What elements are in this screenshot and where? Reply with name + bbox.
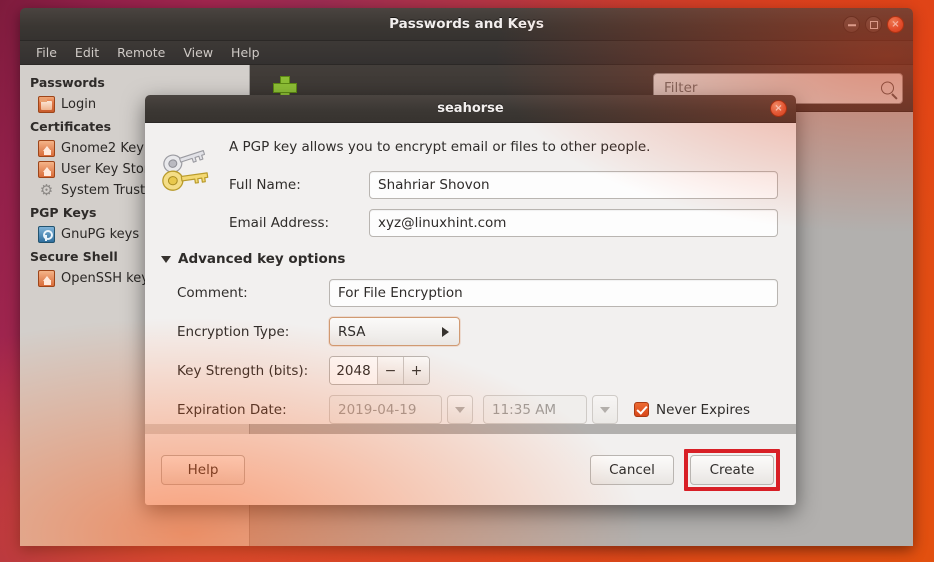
encryption-type-value: RSA <box>338 323 366 340</box>
close-button[interactable]: × <box>887 16 904 33</box>
dialog-action-bar: Help Cancel Create <box>145 434 796 505</box>
desktop-background: Passwords and Keys × File Edit Remote Vi… <box>0 0 934 562</box>
chevron-down-icon <box>600 406 610 413</box>
menu-bar: File Edit Remote View Help <box>20 41 913 65</box>
menu-item-file[interactable]: File <box>28 43 65 62</box>
comment-label: Comment: <box>177 285 248 301</box>
menu-item-edit[interactable]: Edit <box>67 43 107 62</box>
chevron-down-icon <box>455 406 465 413</box>
key-strength-increment-button[interactable]: + <box>403 357 429 384</box>
advanced-key-options-section: Comment: Encryption Type: RSA Key Streng… <box>161 279 778 424</box>
dialog-description: A PGP key allows you to encrypt email or… <box>229 139 651 155</box>
sidebar-item-label: GnuPG keys <box>61 227 140 242</box>
sidebar-item-label: Login <box>61 97 97 112</box>
window-titlebar: Passwords and Keys × <box>20 8 913 41</box>
full-name-row: Full Name: <box>229 171 778 199</box>
sidebar-item-label: OpenSSH keys <box>61 271 156 286</box>
comment-input[interactable] <box>329 279 778 307</box>
create-button-highlight: Create <box>684 449 780 491</box>
menu-item-remote[interactable]: Remote <box>109 43 173 62</box>
dialog-titlebar: seahorse × <box>145 95 796 123</box>
expiration-date-row: Expiration Date: Never Expires <box>177 395 778 424</box>
key-strength-decrement-button[interactable]: − <box>377 357 403 384</box>
expiration-time-input[interactable] <box>483 395 587 424</box>
certificate-store-icon <box>38 270 55 287</box>
menu-item-view[interactable]: View <box>175 43 221 62</box>
comment-row: Comment: <box>177 279 778 307</box>
dialog-primary-actions: Cancel Create <box>590 449 780 491</box>
minimize-button[interactable] <box>843 16 860 33</box>
key-strength-input[interactable] <box>330 357 377 384</box>
expiration-time-dropdown-button[interactable] <box>592 395 618 424</box>
window-controls: × <box>843 16 904 33</box>
dialog-fields: A PGP key allows you to encrypt email or… <box>229 137 778 247</box>
key-strength-label: Key Strength (bits): <box>177 362 309 379</box>
pgp-keys-icon <box>161 145 215 197</box>
certificate-store-icon <box>38 140 55 157</box>
cancel-button[interactable]: Cancel <box>590 455 674 485</box>
create-button[interactable]: Create <box>690 455 774 485</box>
checkbox-checked-icon <box>634 402 649 417</box>
full-name-label: Full Name: <box>229 177 301 193</box>
seahorse-new-pgp-key-dialog: seahorse × A PGP key allows you to encry… <box>145 95 796 505</box>
expiration-date-dropdown-button[interactable] <box>447 395 473 424</box>
sidebar-item-label: System Trust <box>61 183 146 198</box>
chevron-down-icon <box>161 255 171 263</box>
sidebar-group-passwords: Passwords <box>30 75 105 90</box>
email-address-label: Email Address: <box>229 215 330 231</box>
window-title: Passwords and Keys <box>389 16 544 32</box>
key-strength-row: Key Strength (bits): − + <box>177 356 778 385</box>
gpg-key-icon <box>38 226 55 243</box>
keyring-icon <box>38 96 55 113</box>
advanced-key-options-label: Advanced key options <box>178 251 346 267</box>
certificate-store-icon <box>38 161 55 178</box>
never-expires-label: Never Expires <box>656 401 750 418</box>
email-address-row: Email Address: <box>229 209 778 237</box>
encryption-type-select[interactable]: RSA <box>329 317 460 346</box>
dialog-title: seahorse <box>437 101 504 116</box>
maximize-button[interactable] <box>865 16 882 33</box>
never-expires-checkbox[interactable]: Never Expires <box>634 402 750 418</box>
full-name-input[interactable] <box>369 171 778 199</box>
encryption-type-row: Encryption Type: RSA <box>177 317 778 346</box>
close-icon: × <box>891 18 900 30</box>
advanced-key-options-expander[interactable]: Advanced key options <box>161 251 345 267</box>
gear-icon: ⚙ <box>39 181 54 199</box>
encryption-type-label: Encryption Type: <box>177 323 290 340</box>
dialog-close-button[interactable]: × <box>770 100 787 117</box>
expiration-date-input[interactable] <box>329 395 442 424</box>
menu-item-help[interactable]: Help <box>223 43 268 62</box>
key-strength-stepper: − + <box>329 356 430 385</box>
email-address-input[interactable] <box>369 209 778 237</box>
chevron-right-icon <box>442 326 449 337</box>
dialog-body: A PGP key allows you to encrypt email or… <box>145 123 796 424</box>
expiration-date-label: Expiration Date: <box>177 401 287 418</box>
close-icon: × <box>774 103 783 114</box>
help-button[interactable]: Help <box>161 455 245 485</box>
